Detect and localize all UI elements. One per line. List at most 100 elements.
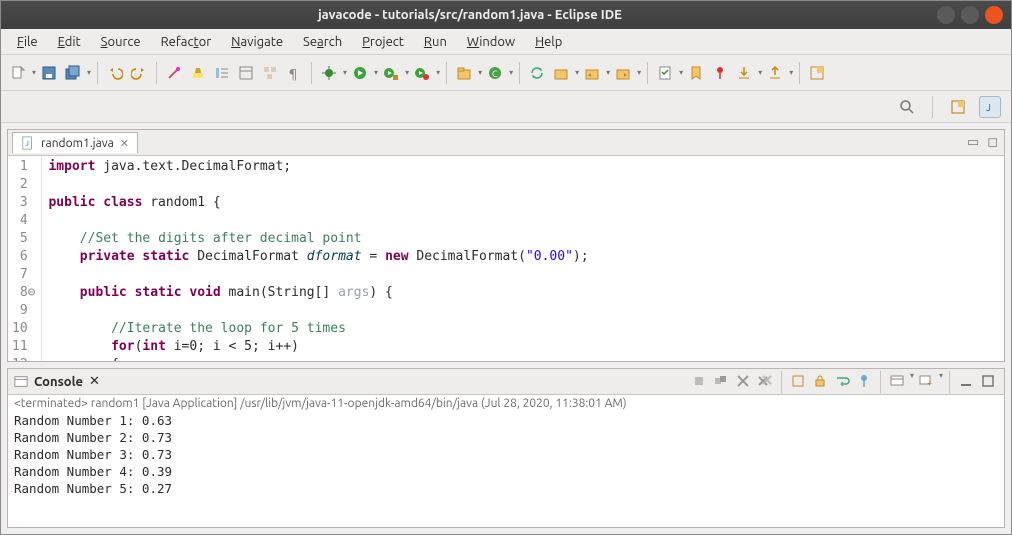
window-title: javacode - tutorials/src/random1.java - … <box>9 8 931 22</box>
menu-run[interactable]: Run <box>416 33 455 51</box>
console-console-switch-dropdown[interactable]: ▾ <box>910 371 914 393</box>
main-toolbar: ▾ ▾ ¶ ▾ ▾ ▾ ▾ ▾ C ▾ ▾ ▾ ▾ ▾ ▾ ▾ <box>1 55 1011 91</box>
tab-random1-java[interactable]: J random1.java ✕ <box>12 132 138 153</box>
wand-icon[interactable] <box>163 62 185 84</box>
console-remove-icon[interactable] <box>733 371 753 391</box>
separator <box>156 62 157 84</box>
console-max-icon[interactable] <box>978 371 998 391</box>
step-in-icon[interactable] <box>733 62 755 84</box>
run-config-dropdown[interactable]: ▾ <box>405 68 409 77</box>
separator <box>799 62 800 84</box>
menu-navigate[interactable]: Navigate <box>223 33 291 51</box>
separator <box>97 62 98 84</box>
run-icon[interactable] <box>349 62 371 84</box>
separator <box>519 62 520 84</box>
save-icon[interactable] <box>38 62 60 84</box>
console-title: Console <box>34 375 83 389</box>
menu-source[interactable]: Source <box>93 33 149 51</box>
console-toolbar: ▾+▾ <box>689 371 998 393</box>
new-class-icon[interactable]: C <box>484 62 506 84</box>
back-nav-icon[interactable] <box>581 62 603 84</box>
save-all-dropdown[interactable]: ▾ <box>87 68 91 77</box>
java-file-icon: J <box>21 136 35 150</box>
fwd-nav-dropdown[interactable]: ▾ <box>637 68 641 77</box>
minimize-view-icon[interactable]: ▭ <box>967 135 979 150</box>
maximize-button[interactable] <box>961 6 979 24</box>
save-all-icon[interactable] <box>62 62 84 84</box>
tab-label: random1.java <box>41 137 114 150</box>
close-tab-icon[interactable]: ✕ <box>120 137 129 150</box>
console-output[interactable]: Random Number 1: 0.63 Random Number 2: 0… <box>8 412 1004 501</box>
java-perspective-icon[interactable]: J <box>979 96 1001 118</box>
outline-icon[interactable] <box>211 62 233 84</box>
menu-refactor[interactable]: Refactor <box>153 33 220 51</box>
menu-search[interactable]: Search <box>295 33 350 51</box>
console-stop-all-icon[interactable] <box>711 371 731 391</box>
struct-icon[interactable] <box>259 62 281 84</box>
open-type-dropdown[interactable]: ▾ <box>575 68 579 77</box>
minimize-button[interactable] <box>937 6 955 24</box>
console-wrap-icon[interactable] <box>832 371 852 391</box>
new-pkg-icon[interactable] <box>453 62 475 84</box>
back-nav-dropdown[interactable]: ▾ <box>606 68 610 77</box>
console-header: Console ✕ ▾+▾ <box>8 369 1004 395</box>
editor-tab-controls: ▭ ◻ <box>967 135 1004 150</box>
menu-help[interactable]: Help <box>527 33 570 51</box>
console-pin2-icon[interactable] <box>854 371 874 391</box>
task-dropdown[interactable]: ▾ <box>679 68 683 77</box>
console-tab-close-icon[interactable]: ✕ <box>89 374 100 389</box>
console-stop-icon[interactable] <box>689 371 709 391</box>
pin-icon[interactable] <box>709 62 731 84</box>
new-dropdown[interactable]: ▾ <box>32 68 36 77</box>
menubar: File Edit Source Refactor Navigate Searc… <box>1 29 1011 55</box>
sync-icon[interactable] <box>526 62 548 84</box>
console-new-console-dropdown[interactable]: ▾ <box>939 371 943 393</box>
run-last-icon[interactable] <box>411 62 433 84</box>
open-type-icon[interactable] <box>550 62 572 84</box>
console-expand-icon[interactable] <box>788 371 808 391</box>
open-perspective-icon[interactable] <box>947 96 969 118</box>
new-class-dropdown[interactable]: ▾ <box>509 68 513 77</box>
block-icon[interactable] <box>235 62 257 84</box>
highlight-icon[interactable] <box>187 62 209 84</box>
run-dropdown[interactable]: ▾ <box>374 68 378 77</box>
svg-text:J: J <box>25 140 28 148</box>
code-text[interactable]: import java.text.DecimalFormat; public c… <box>42 156 1004 361</box>
bookmark-icon[interactable] <box>685 62 707 84</box>
redo-icon[interactable] <box>128 62 150 84</box>
new-pkg-dropdown[interactable]: ▾ <box>478 68 482 77</box>
code-editor[interactable]: 1 2 3 4 5 6 7 8⊖ 9 10 11 12 13 import ja… <box>8 156 1004 361</box>
svg-text:C: C <box>492 69 498 79</box>
console-new-console-icon[interactable]: + <box>916 371 936 391</box>
console-icon <box>14 375 28 389</box>
close-button[interactable] <box>985 6 1003 24</box>
new-icon[interactable] <box>7 62 29 84</box>
step-out-dropdown[interactable]: ▾ <box>789 68 793 77</box>
menu-project[interactable]: Project <box>354 33 412 51</box>
console-console-switch-icon[interactable] <box>887 371 907 391</box>
task-icon[interactable] <box>654 62 676 84</box>
run-last-dropdown[interactable]: ▾ <box>436 68 440 77</box>
debug-dropdown[interactable]: ▾ <box>343 68 347 77</box>
menu-edit[interactable]: Edit <box>50 33 89 51</box>
maximize-view-icon[interactable]: ◻ <box>987 135 998 150</box>
menu-window[interactable]: Window <box>459 33 523 51</box>
run-config-icon[interactable] <box>380 62 402 84</box>
perspective-icon[interactable] <box>806 62 828 84</box>
console-remove-all-icon[interactable] <box>755 371 775 391</box>
perspective-bar: J <box>1 91 1011 123</box>
console-min-icon[interactable] <box>956 371 976 391</box>
step-out-icon[interactable] <box>764 62 786 84</box>
quick-access-search-icon[interactable] <box>896 96 918 118</box>
pilcrow-icon[interactable]: ¶ <box>283 62 305 84</box>
console-view: Console ✕ ▾+▾ <terminated> random1 [Java… <box>7 368 1005 528</box>
window-titlebar: javacode - tutorials/src/random1.java - … <box>1 1 1011 29</box>
console-scroll-lock-icon[interactable] <box>810 371 830 391</box>
step-in-dropdown[interactable]: ▾ <box>758 68 762 77</box>
separator <box>781 371 782 393</box>
debug-icon[interactable] <box>318 62 340 84</box>
menu-file[interactable]: File <box>9 33 46 51</box>
undo-icon[interactable] <box>104 62 126 84</box>
fwd-nav-icon[interactable] <box>612 62 634 84</box>
line-number-gutter: 1 2 3 4 5 6 7 8⊖ 9 10 11 12 13 <box>8 156 42 361</box>
